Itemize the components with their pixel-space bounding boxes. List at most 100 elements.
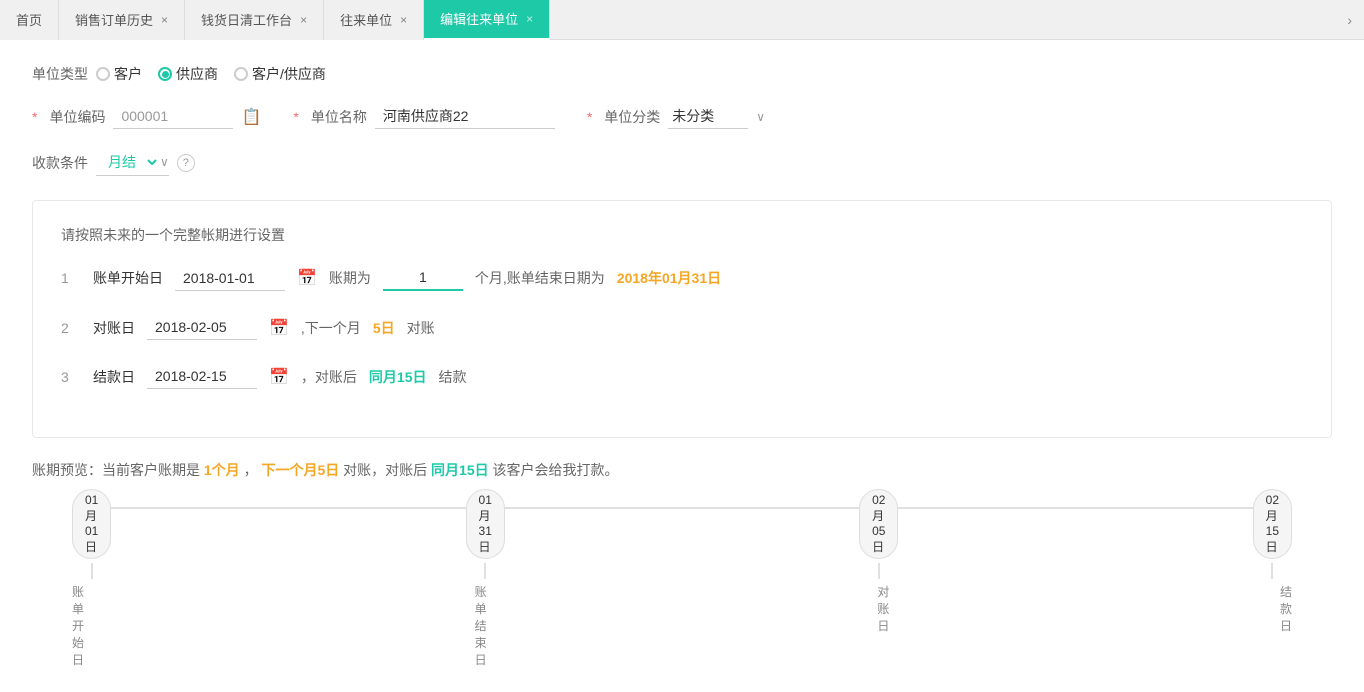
close-icon[interactable]: × <box>300 13 307 27</box>
reconcile-date-calendar-icon[interactable]: 📅 <box>269 318 289 338</box>
category-select-line <box>668 104 748 129</box>
start-date-label: 账单开始日 <box>93 268 163 288</box>
tabs-bar: 首页 销售订单历史 × 钱货日清工作台 × 往来单位 × 编辑往来单位 × › <box>0 0 1364 40</box>
calendar-icon[interactable]: 📋 <box>241 107 261 127</box>
tabs-expand-button[interactable]: › <box>1347 12 1364 28</box>
period-text-1: 账期为 <box>329 268 371 288</box>
timeline-node-3: 02月05日 <box>859 489 898 579</box>
payment-date-label: 结款日 <box>93 367 135 387</box>
tick-1 <box>91 563 93 579</box>
preview-part3: 同月15日 <box>431 462 489 478</box>
unit-category-group: * 单位分类 ∨ <box>587 104 765 129</box>
timeline-node-2: 01月31日 <box>466 489 505 579</box>
close-icon[interactable]: × <box>161 13 168 27</box>
radio-both[interactable]: 客户/供应商 <box>234 64 326 84</box>
tick-4 <box>1271 563 1273 579</box>
timeline-label-2: 账单结束日 <box>475 583 487 668</box>
period-months-input[interactable] <box>383 265 463 291</box>
required-star-3: * <box>587 109 592 125</box>
radio-customer[interactable]: 客户 <box>96 64 142 84</box>
timeline-node-2-pill: 01月31日 <box>466 489 505 559</box>
payment-terms-select[interactable]: 月结 <box>96 149 160 175</box>
dropdown-chevron-icon[interactable]: ∨ <box>756 110 765 124</box>
payment-terms-chevron-icon[interactable]: ∨ <box>160 155 169 169</box>
payment-highlight: 同月15日 <box>369 367 427 387</box>
preview-connector1: ， <box>244 462 258 478</box>
radio-both-label: 客户/供应商 <box>252 64 326 84</box>
preview-part2: 下一个月5日 <box>261 462 339 478</box>
tab-cashwork[interactable]: 钱货日清工作台 × <box>185 0 324 40</box>
unit-type-group: 单位类型 客户 供应商 客户/供应商 <box>32 64 326 84</box>
tab-home[interactable]: 首页 <box>0 0 59 40</box>
preview-suffix: 该客户会给我打款。 <box>493 462 619 478</box>
help-icon[interactable]: ? <box>177 154 195 172</box>
tab-sales[interactable]: 销售订单历史 × <box>59 0 185 40</box>
radio-supplier[interactable]: 供应商 <box>158 64 218 84</box>
radio-circle-supplier <box>158 67 172 81</box>
close-icon[interactable]: × <box>400 13 407 27</box>
payment-terms-select-wrapper: 月结 ∨ <box>96 149 169 176</box>
period-row-1-number: 1 <box>61 270 81 286</box>
timeline-section: 01月01日 01月31日 02月05日 02月15日 <box>32 503 1332 668</box>
radio-customer-label: 客户 <box>114 64 142 84</box>
unit-name-label: 单位名称 <box>311 107 367 127</box>
payment-terms-label: 收款条件 <box>32 153 88 173</box>
period-row-2: 2 对账日 📅 ,下一个月5日 对账 <box>61 315 1303 340</box>
unit-type-row: 单位类型 客户 供应商 客户/供应商 <box>32 64 1332 84</box>
payment-date-calendar-icon[interactable]: 📅 <box>269 367 289 387</box>
timeline-node-3-pill: 02月05日 <box>859 489 898 559</box>
timeline-node-4-pill: 02月15日 <box>1253 489 1292 559</box>
tab-edit-partner[interactable]: 编辑往来单位 × <box>424 0 550 40</box>
tab-home-label: 首页 <box>16 10 42 29</box>
tick-3 <box>878 563 880 579</box>
main-content: 单位类型 客户 供应商 客户/供应商 <box>0 40 1364 692</box>
payment-terms-row: 收款条件 月结 ∨ ? <box>32 149 1332 176</box>
unit-category-input[interactable] <box>668 104 748 128</box>
required-star: * <box>32 109 37 125</box>
timeline-label-2-text: 账单结束日 <box>475 583 487 668</box>
period-row-2-number: 2 <box>61 320 81 336</box>
period-row-1: 1 账单开始日 📅 账期为 个月,账单结束日期为 2018年01月31日 <box>61 265 1303 291</box>
unit-name-input[interactable] <box>375 104 555 129</box>
timeline-node-4: 02月15日 <box>1253 489 1292 579</box>
reconcile-highlight: 5日 <box>373 318 395 338</box>
tab-partner-label: 往来单位 <box>340 10 392 29</box>
start-date-input[interactable] <box>175 266 285 291</box>
required-star-2: * <box>293 109 298 125</box>
reconcile-date-input[interactable] <box>147 315 257 340</box>
period-settings-box: 请按照未来的一个完整帐期进行设置 1 账单开始日 📅 账期为 个月,账单结束日期… <box>32 200 1332 438</box>
close-icon[interactable]: × <box>526 12 533 26</box>
period-row-3: 3 结款日 📅 ，对账后同月15日 结款 <box>61 364 1303 389</box>
tab-partner[interactable]: 往来单位 × <box>324 0 424 40</box>
unit-type-label: 单位类型 <box>32 64 88 84</box>
radio-group-unit-type: 客户 供应商 客户/供应商 <box>96 64 326 84</box>
preview-connector2: 对账，对账后 <box>343 462 427 478</box>
tab-cashwork-label: 钱货日清工作台 <box>201 10 292 29</box>
period-row-3-number: 3 <box>61 369 81 385</box>
period-box-title: 请按照未来的一个完整帐期进行设置 <box>61 225 1303 245</box>
unit-category-label: 单位分类 <box>604 107 660 127</box>
unit-name-group: * 单位名称 <box>293 104 554 129</box>
payment-date-input[interactable] <box>147 364 257 389</box>
unit-code-input[interactable] <box>113 104 233 129</box>
unit-fields-row: * 单位编码 📋 * 单位名称 * 单位分类 ∨ <box>32 104 1332 129</box>
timeline-label-3: 对账日 <box>877 583 889 634</box>
reconcile-text-suffix: 对账 <box>407 318 435 338</box>
radio-supplier-label: 供应商 <box>176 64 218 84</box>
timeline-label-1-text: 账单开始日 <box>72 583 84 668</box>
period-text-unit: 个月,账单结束日期为 <box>475 268 605 288</box>
start-date-calendar-icon[interactable]: 📅 <box>297 268 317 288</box>
tick-2 <box>484 563 486 579</box>
period-end-date: 2018年01月31日 <box>617 268 721 288</box>
tab-sales-label: 销售订单历史 <box>75 10 153 29</box>
timeline-label-4: 结款日 <box>1280 583 1292 634</box>
timeline-label-1: 账单开始日 <box>72 583 84 668</box>
timeline-label-3-text: 对账日 <box>877 583 889 634</box>
preview-section: 账期预览：当前客户账期是 1个月 ， 下一个月5日 对账，对账后 同月15日 该… <box>32 458 1332 483</box>
timeline-label-4-text: 结款日 <box>1280 583 1292 634</box>
payment-text-suffix: 结款 <box>439 367 467 387</box>
reconcile-date-label: 对账日 <box>93 318 135 338</box>
radio-circle-both <box>234 67 248 81</box>
tab-edit-partner-label: 编辑往来单位 <box>440 9 518 28</box>
category-wrapper: ∨ <box>668 104 765 129</box>
